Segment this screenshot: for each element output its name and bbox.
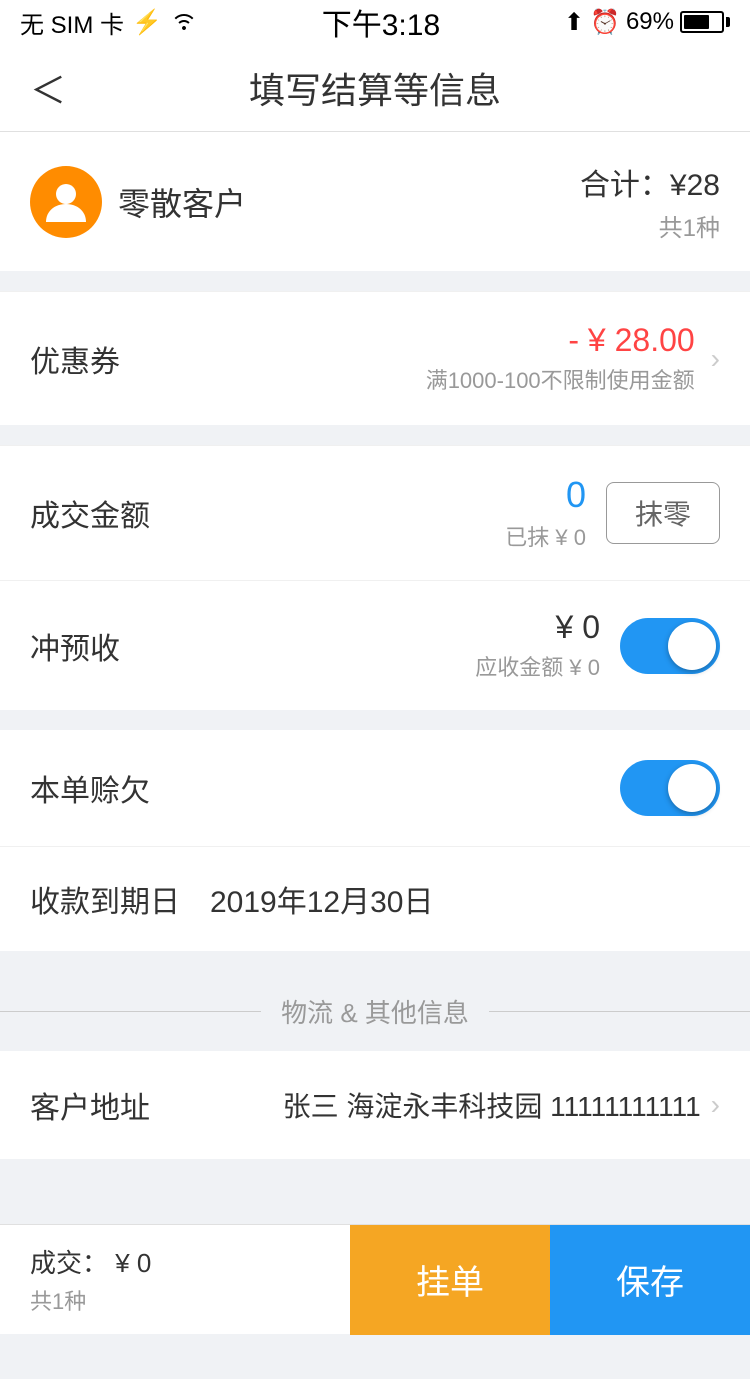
bottom-info: 成交： ¥ 0 共1种 (0, 1243, 350, 1316)
toggle-knob (668, 622, 716, 670)
credit-row: 本单赊欠 (0, 730, 750, 846)
duedate-row: 收款到期日 2019年12月30日 (0, 846, 750, 951)
avatar (30, 166, 102, 238)
transaction-row: 成交金额 0 已抹 ¥ 0 抹零 (0, 445, 750, 580)
customer-name: 零散客户 (118, 179, 246, 225)
coupon-label: 优惠券 (30, 337, 120, 381)
duedate-label: 收款到期日 (30, 877, 180, 921)
wifi-signal-icon (170, 8, 198, 37)
status-left: 无 SIM 卡 ⚡ (20, 5, 198, 40)
prepay-label: 冲预收 (30, 624, 120, 668)
coupon-row[interactable]: 优惠券 - ¥ 28.00 满1000-100不限制使用金额 › (0, 291, 750, 425)
divider-2 (0, 425, 750, 445)
bottom-count: 共1种 (30, 1284, 320, 1316)
coupon-discount-value: - ¥ 28.00 (426, 322, 695, 359)
credit-label: 本单赊欠 (30, 766, 150, 810)
bottom-bar: 成交： ¥ 0 共1种 挂单 保存 (0, 1224, 750, 1334)
address-section: 客户地址 张三 海淀永丰科技园 11111111111 › (0, 1051, 750, 1159)
nav-bar: ＜ 填写结算等信息 (0, 44, 750, 132)
page-title: 填写结算等信息 (249, 62, 501, 114)
customer-section: 零散客户 合计：¥28 共1种 (0, 132, 750, 271)
transaction-right: 0 已抹 ¥ 0 抹零 (505, 474, 720, 552)
prepay-value-area: ¥ 0 应收金额 ¥ 0 (475, 609, 600, 682)
prepay-main-value: ¥ 0 (475, 609, 600, 646)
back-button[interactable]: ＜ (30, 62, 66, 114)
round-zero-button[interactable]: 抹零 (606, 482, 720, 544)
customer-right: 合计：¥28 共1种 (580, 160, 720, 243)
coupon-description: 满1000-100不限制使用金额 (426, 363, 695, 395)
bottom-transaction-value: ¥ 0 (115, 1248, 151, 1278)
address-label: 客户地址 (30, 1083, 150, 1127)
location-icon: ⬆ (564, 8, 584, 37)
logistics-header: 物流 & 其他信息 (0, 971, 750, 1051)
divider-1 (0, 271, 750, 291)
status-time: 下午3:18 (322, 0, 440, 44)
logistics-header-text: 物流 & 其他信息 (261, 993, 489, 1030)
prepay-sub-value: 应收金额 ¥ 0 (475, 650, 600, 682)
battery-icon (680, 11, 730, 33)
carrier-text: 无 SIM 卡 (20, 5, 124, 40)
transaction-value-area: 0 已抹 ¥ 0 (505, 474, 586, 552)
credit-toggle[interactable] (620, 760, 720, 816)
address-chevron-icon: › (711, 1089, 720, 1121)
transaction-label: 成交金额 (30, 491, 150, 535)
credit-toggle-knob (668, 764, 716, 812)
total-count: 共1种 (580, 208, 720, 243)
prepay-right: ¥ 0 应收金额 ¥ 0 (475, 609, 720, 682)
wifi-icon: ⚡ (132, 8, 162, 37)
hold-button[interactable]: 挂单 (350, 1225, 550, 1335)
coupon-section: 优惠券 - ¥ 28.00 满1000-100不限制使用金额 › (0, 291, 750, 425)
total-amount: 合计：¥28 (580, 160, 720, 204)
coupon-value-area: - ¥ 28.00 满1000-100不限制使用金额 (426, 322, 695, 395)
alarm-icon: ⏰ (590, 8, 620, 37)
credit-section: 本单赊欠 收款到期日 2019年12月30日 (0, 730, 750, 951)
divider-3 (0, 710, 750, 730)
status-right: ⬆ ⏰ 69% (564, 8, 730, 37)
bottom-transaction-row: 成交： ¥ 0 (30, 1243, 320, 1280)
coupon-right: - ¥ 28.00 满1000-100不限制使用金额 › (426, 322, 720, 395)
transaction-sub-label: 已抹 ¥ 0 (505, 520, 586, 552)
customer-left: 零散客户 (30, 166, 246, 238)
transaction-section: 成交金额 0 已抹 ¥ 0 抹零 冲预收 ¥ 0 应收金额 ¥ 0 (0, 445, 750, 710)
address-value: 张三 海淀永丰科技园 11111111111 (180, 1085, 701, 1125)
chevron-right-icon: › (711, 343, 720, 375)
save-button[interactable]: 保存 (550, 1225, 750, 1335)
battery-percent: 69% (626, 8, 674, 36)
customer-row: 零散客户 合计：¥28 共1种 (0, 132, 750, 271)
prepay-toggle[interactable] (620, 618, 720, 674)
transaction-value: 0 (505, 474, 586, 516)
address-row[interactable]: 客户地址 张三 海淀永丰科技园 11111111111 › (0, 1051, 750, 1159)
duedate-value: 2019年12月30日 (210, 877, 433, 921)
prepay-row: 冲预收 ¥ 0 应收金额 ¥ 0 (0, 580, 750, 710)
divider-4 (0, 951, 750, 971)
bottom-transaction-label: 成交： (30, 1248, 108, 1278)
status-bar: 无 SIM 卡 ⚡ 下午3:18 ⬆ ⏰ 69% (0, 0, 750, 44)
